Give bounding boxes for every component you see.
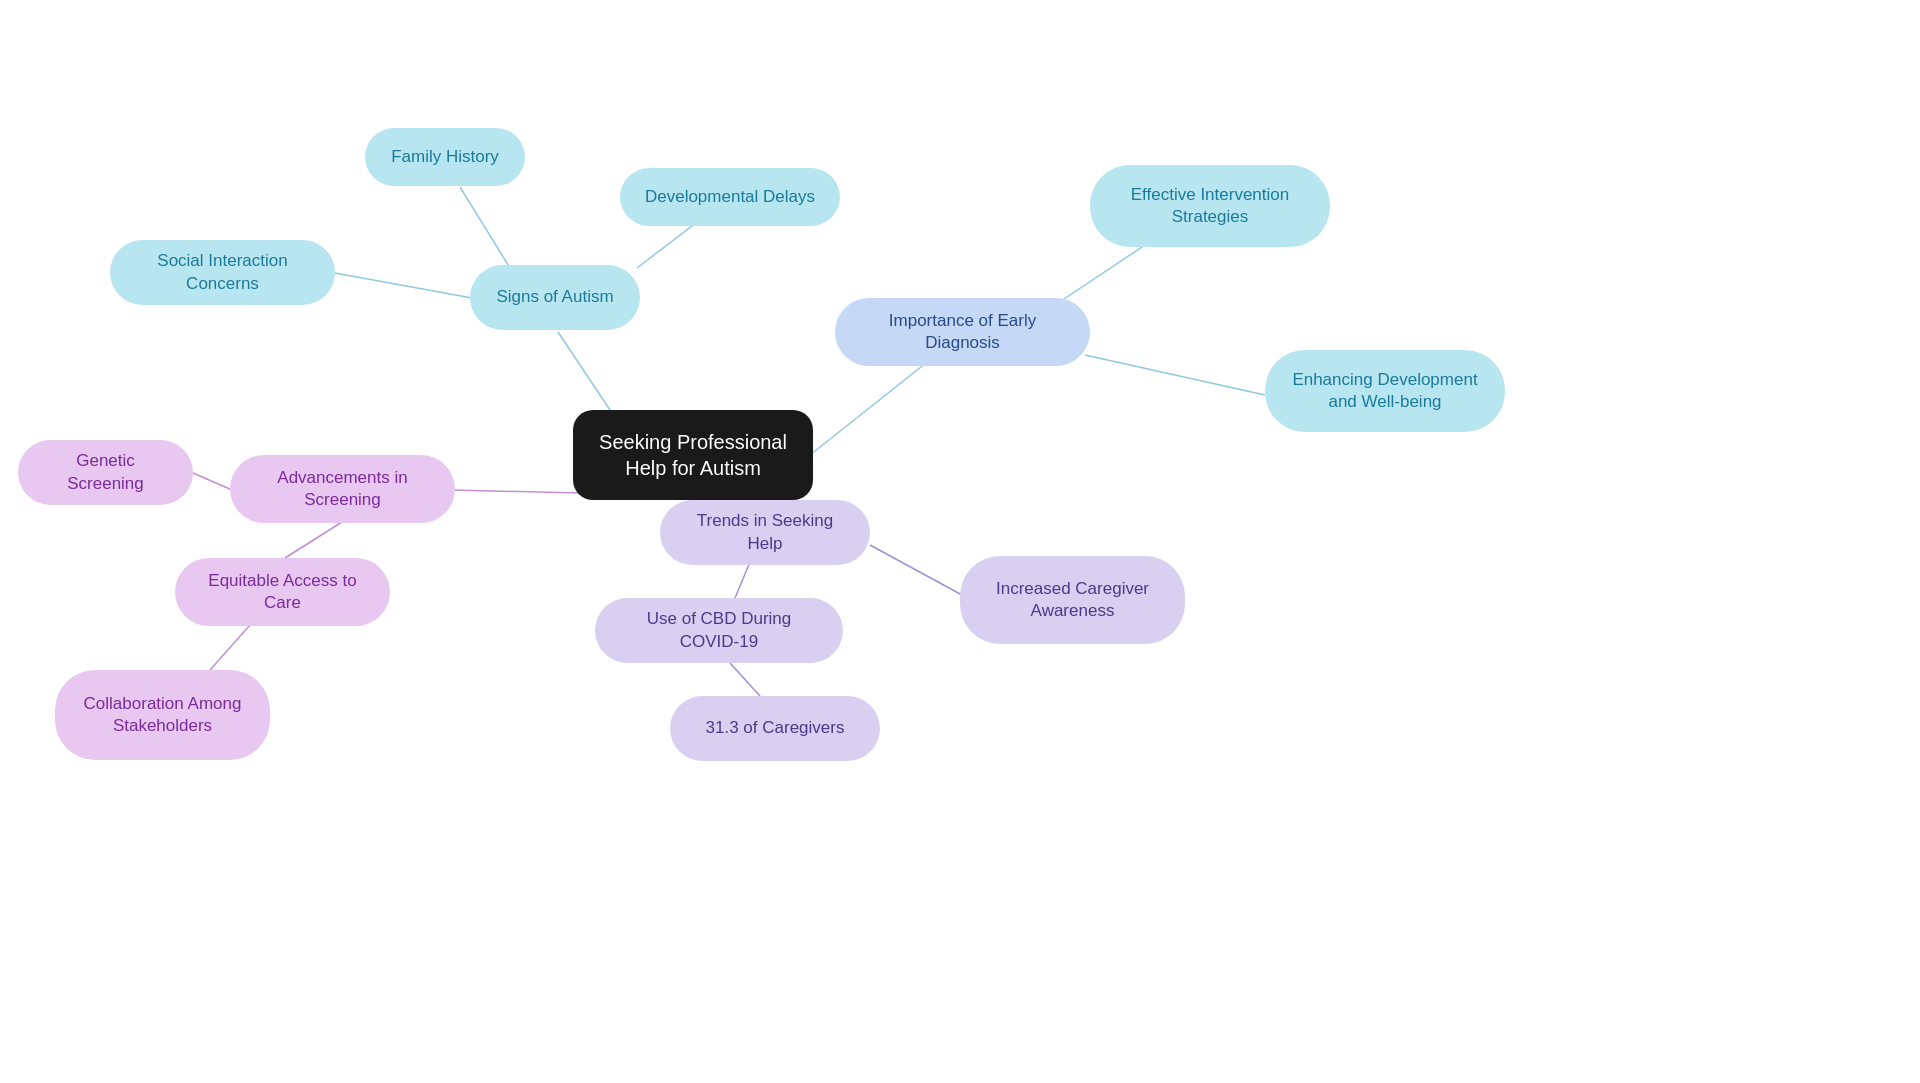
importance-early-diagnosis-node[interactable]: Importance of Early Diagnosis <box>835 298 1090 366</box>
developmental-delays-node[interactable]: Developmental Delays <box>620 168 840 226</box>
use-cbd-node[interactable]: Use of CBD During COVID-19 <box>595 598 843 663</box>
svg-line-13 <box>730 663 760 696</box>
central-node[interactable]: Seeking Professional Help for Autism <box>573 410 813 500</box>
caregivers-31-node[interactable]: 31.3 of Caregivers <box>670 696 880 761</box>
increased-caregiver-node[interactable]: Increased Caregiver Awareness <box>960 556 1185 644</box>
signs-of-autism-node[interactable]: Signs of Autism <box>470 265 640 330</box>
svg-line-1 <box>460 187 510 268</box>
enhancing-development-node[interactable]: Enhancing Development and Well-being <box>1265 350 1505 432</box>
svg-line-12 <box>735 562 750 598</box>
svg-line-2 <box>335 273 472 298</box>
effective-intervention-node[interactable]: Effective Intervention Strategies <box>1090 165 1330 247</box>
equitable-access-node[interactable]: Equitable Access to Care <box>175 558 390 626</box>
collaboration-node[interactable]: Collaboration Among Stakeholders <box>55 670 270 760</box>
family-history-node[interactable]: Family History <box>365 128 525 186</box>
social-interaction-node[interactable]: Social Interaction Concerns <box>110 240 335 305</box>
svg-line-6 <box>1085 355 1265 395</box>
svg-line-14 <box>870 545 962 595</box>
svg-line-10 <box>210 625 250 670</box>
genetic-screening-node[interactable]: Genetic Screening <box>18 440 193 505</box>
svg-line-9 <box>285 522 342 558</box>
trends-seeking-help-node[interactable]: Trends in Seeking Help <box>660 500 870 565</box>
svg-line-8 <box>193 473 232 490</box>
advancements-screening-node[interactable]: Advancements in Screening <box>230 455 455 523</box>
